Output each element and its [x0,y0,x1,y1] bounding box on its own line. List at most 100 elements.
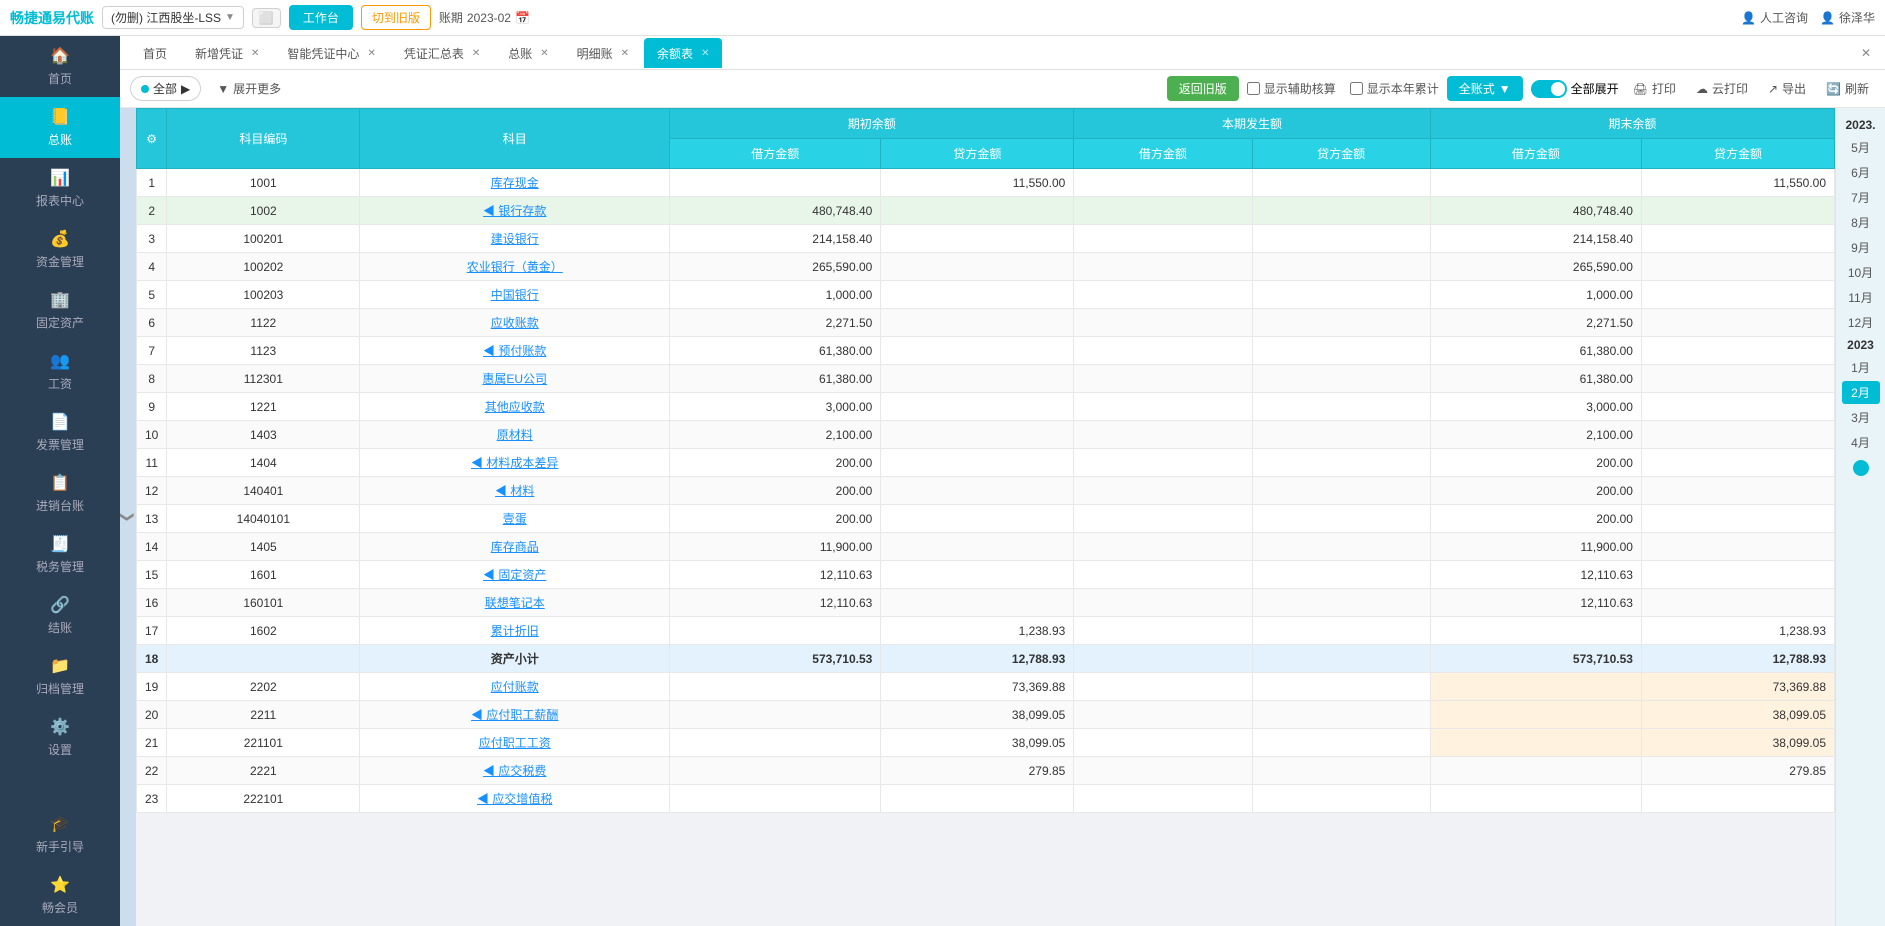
expand-arrow-btn[interactable]: ❯ [120,108,136,926]
row-pb-debit: 480,748.40 [670,197,881,225]
sidebar-item-settle[interactable]: 🔗 结账 [0,585,120,646]
month-2-active[interactable]: 2月 [1842,381,1880,404]
tab-detail-ledger-close[interactable]: ✕ [621,48,629,59]
table-row: 1 1001 库存现金 11,550.00 11,550.00 [137,169,1835,197]
full-mode-button[interactable]: 全账式 ▼ [1447,76,1523,101]
month-4[interactable]: 4月 [1842,431,1880,454]
user-menu[interactable]: 👤 徐泽华 [1820,9,1875,26]
row-name[interactable]: ◀ 银行存款 [360,197,670,225]
row-name[interactable]: 应付职工工资 [360,729,670,757]
cloud-print-button[interactable]: ☁ 云打印 [1690,78,1754,99]
month-6[interactable]: 6月 [1842,161,1880,184]
row-name[interactable]: ◀ 固定资产 [360,561,670,589]
sidebar-item-purchase[interactable]: 📋 进销台账 [0,463,120,524]
row-name[interactable]: 库存现金 [360,169,670,197]
tab-general-ledger[interactable]: 总账 ✕ [495,38,561,68]
sidebar-item-archive[interactable]: 📁 归档管理 [0,646,120,707]
row-name[interactable]: ◀ 材料 [360,477,670,505]
month-12[interactable]: 12月 [1842,311,1880,334]
sidebar-item-guide[interactable]: 🎓 新手引导 [0,804,120,865]
tab-smart-voucher-close[interactable]: ✕ [367,48,375,59]
row-name[interactable]: 累计折旧 [360,617,670,645]
month-10[interactable]: 10月 [1842,261,1880,284]
row-code: 221101 [167,729,360,757]
row-name[interactable]: ◀ 应付职工薪酬 [360,701,670,729]
tab-detail-ledger[interactable]: 明细账 ✕ [564,38,642,68]
row-eb-credit: 11,550.00 [1641,169,1834,197]
toggle-switch[interactable] [1531,80,1567,98]
back-old-button[interactable]: 返回旧版 [1167,76,1239,101]
row-name[interactable]: ◀ 预付账款 [360,337,670,365]
row-name[interactable]: 原材料 [360,421,670,449]
row-settings: 2 [137,197,167,225]
copy-icon-btn[interactable]: ⬜ [252,8,281,28]
sidebar-item-fund[interactable]: 💰 资金管理 [0,219,120,280]
print-button[interactable]: 🖨 打印 [1627,78,1682,99]
tab-new-voucher[interactable]: 新增凭证 ✕ [182,38,272,68]
month-7[interactable]: 7月 [1842,186,1880,209]
assist-check[interactable] [1247,82,1260,95]
row-name[interactable]: ◀ 应交增值税 [360,785,670,813]
row-eb-debit: 480,748.40 [1430,197,1641,225]
row-cp-debit [1074,393,1252,421]
tab-new-voucher-close[interactable]: ✕ [251,48,259,59]
workbench-button[interactable]: 工作台 [289,5,353,30]
refresh-button[interactable]: 🔄 刷新 [1820,78,1875,99]
asset-icon: 🏢 [50,290,70,310]
sidebar-item-settings[interactable]: ⚙️ 设置 [0,707,120,768]
row-name[interactable]: ◀ 应交税费 [360,757,670,785]
ledger-icon: 📒 [50,107,70,127]
export-button[interactable]: ↗ 导出 [1762,78,1812,99]
tab-bar-close[interactable]: ✕ [1857,42,1875,64]
tab-balance-close[interactable]: ✕ [701,48,709,59]
row-name[interactable]: 建设银行 [360,225,670,253]
year-check[interactable] [1350,82,1363,95]
sidebar-item-asset[interactable]: 🏢 固定资产 [0,280,120,341]
sidebar-label-asset: 固定资产 [36,314,84,331]
sidebar-item-member[interactable]: ⭐ 畅会员 [0,865,120,926]
month-1[interactable]: 1月 [1842,356,1880,379]
sidebar-label-fund: 资金管理 [36,253,84,270]
show-assist-checkbox[interactable]: 显示辅助核算 [1247,80,1336,97]
report-icon: 📊 [50,168,70,188]
company-select[interactable]: (勿删) 江西股坐-LSS ▼ [102,6,244,29]
month-9[interactable]: 9月 [1842,236,1880,259]
tab-home[interactable]: 首页 [130,38,180,68]
sidebar-item-report[interactable]: 📊 报表中心 [0,158,120,219]
row-cp-credit [1252,281,1430,309]
row-name[interactable]: 壹蛋 [360,505,670,533]
row-name[interactable]: 中国银行 [360,281,670,309]
row-name[interactable]: 应付账款 [360,673,670,701]
sidebar-item-tax[interactable]: 🧾 税务管理 [0,524,120,585]
row-name[interactable]: ◀ 材料成本差异 [360,449,670,477]
row-name[interactable]: 库存商品 [360,533,670,561]
filter-all-button[interactable]: 全部 ▶ [130,76,201,101]
month-8[interactable]: 8月 [1842,211,1880,234]
row-name[interactable]: 农业银行（黄金） [360,253,670,281]
tab-general-ledger-close[interactable]: ✕ [540,48,548,59]
switch-old-button[interactable]: 切到旧版 [361,5,431,30]
tab-smart-voucher[interactable]: 智能凭证中心 ✕ [274,38,388,68]
month-11[interactable]: 11月 [1842,286,1880,309]
sidebar-item-salary[interactable]: 👥 工资 [0,341,120,402]
th-pb-debit: 借方金额 [670,139,881,169]
sidebar-item-home[interactable]: 🏠 首页 [0,36,120,97]
member-icon: ⭐ [50,875,70,895]
panel-dot[interactable] [1853,460,1869,476]
month-3[interactable]: 3月 [1842,406,1880,429]
row-name[interactable]: 联想笔记本 [360,589,670,617]
month-5[interactable]: 5月 [1842,136,1880,159]
sidebar-item-invoice[interactable]: 📄 发票管理 [0,402,120,463]
show-year-checkbox[interactable]: 显示本年累计 [1350,80,1439,97]
consult-button[interactable]: 👤 人工咨询 [1741,9,1808,26]
tab-voucher-summary[interactable]: 凭证汇总表 ✕ [391,38,493,68]
row-name[interactable]: 其他应收款 [360,393,670,421]
tab-balance[interactable]: 余额表 ✕ [644,38,722,68]
sidebar-item-ledger[interactable]: 📒 总账 [0,97,120,158]
row-cp-debit [1074,197,1252,225]
expand-more-button[interactable]: ▼ 展开更多 [209,77,289,100]
row-eb-debit: 3,000.00 [1430,393,1641,421]
row-name[interactable]: 应收账款 [360,309,670,337]
row-name[interactable]: 惠属EU公司 [360,365,670,393]
tab-voucher-summary-close[interactable]: ✕ [472,48,480,59]
